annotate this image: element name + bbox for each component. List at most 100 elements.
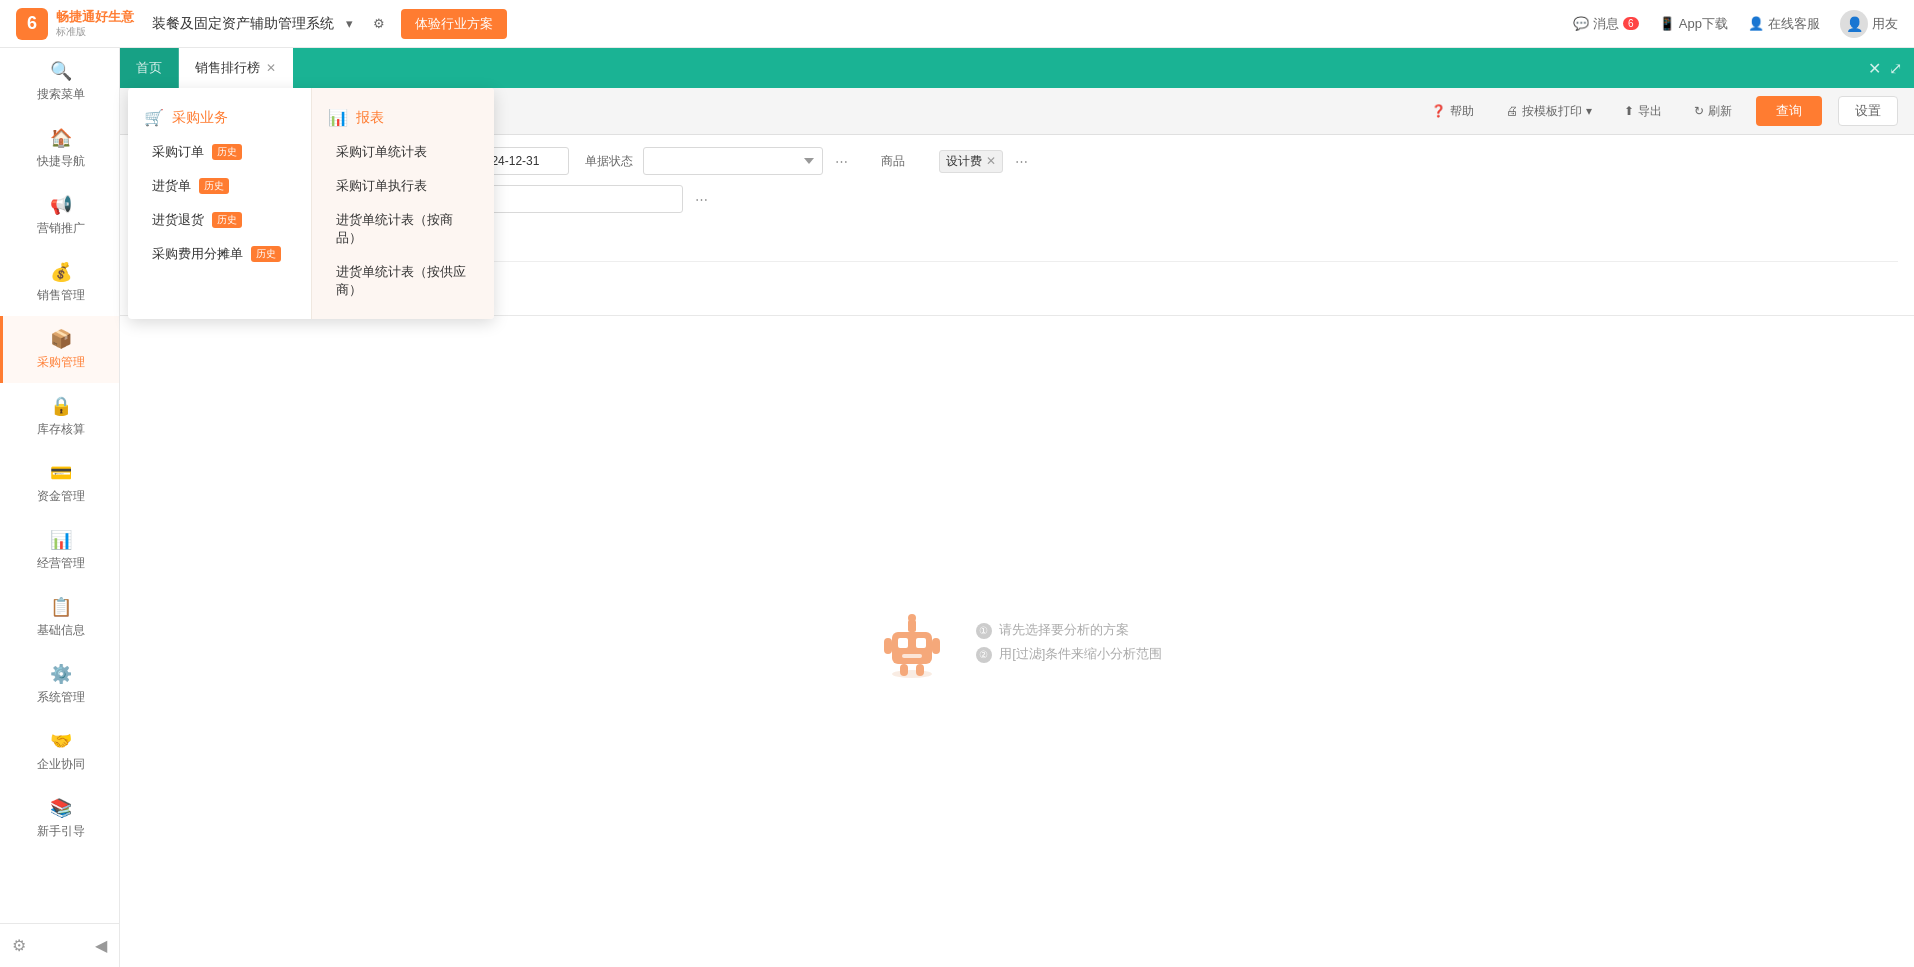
main-scroll: ① 请先选择要分析的方案 ② 用[过滤]条件来缩小分析范围: [120, 316, 1914, 967]
avatar: 👤: [1840, 10, 1868, 38]
header-right: 💬 消息 6 📱 App下载 👤 在线客服 👤 用友: [1573, 10, 1898, 38]
sidebar-item-cooperation[interactable]: 🤝 企业协同: [0, 718, 119, 785]
print-dropdown-icon: ▾: [1586, 104, 1592, 118]
svg-rect-2: [898, 638, 908, 648]
message-icon: 💬: [1573, 16, 1589, 31]
svg-point-6: [908, 614, 916, 622]
order-status-select[interactable]: [643, 147, 823, 175]
goods-label: 商品: [881, 153, 931, 170]
handshake-icon: 🤝: [50, 730, 72, 752]
sidebar-item-marketing[interactable]: 📢 营销推广: [0, 182, 119, 249]
tab-sales-rank[interactable]: 销售排行榜 ✕: [179, 48, 293, 88]
search-icon: 🔍: [50, 60, 72, 82]
sidebar-item-sales[interactable]: 💰 销售管理: [0, 249, 119, 316]
help-btn[interactable]: ❓ 帮助: [1423, 99, 1482, 124]
message-btn[interactable]: 💬 消息 6: [1573, 15, 1639, 33]
filter-goods: 商品 设计费 ✕ ⋯: [881, 150, 1161, 173]
print-template-btn[interactable]: 🖨 按模板打印 ▾: [1498, 99, 1600, 124]
tab-home[interactable]: 首页: [120, 48, 179, 88]
query-btn[interactable]: 查询: [1756, 96, 1822, 126]
sidebar-bottom: ⚙ ◀: [0, 923, 119, 967]
sidebar-item-inventory[interactable]: 🔒 库存核算: [0, 383, 119, 450]
system-title-dropdown[interactable]: ▾: [342, 12, 357, 35]
sidebar-item-basic[interactable]: 📋 基础信息: [0, 584, 119, 651]
order-status-dots[interactable]: ⋯: [831, 154, 852, 169]
refresh-btn[interactable]: ↻ 刷新: [1686, 99, 1740, 124]
empty-illustration: [872, 602, 952, 682]
svg-point-0: [892, 670, 932, 678]
menu-item-incoming-return[interactable]: 进货退货 历史: [128, 203, 311, 237]
svg-rect-4: [902, 654, 922, 658]
refresh-icon: ↻: [1694, 104, 1704, 118]
tab-expand-btn[interactable]: ⤢: [1889, 59, 1902, 78]
industry-btn[interactable]: 体验行业方案: [401, 9, 507, 39]
goods-dots[interactable]: ⋯: [1011, 154, 1032, 169]
salesperson-dots[interactable]: ⋯: [691, 192, 712, 207]
sidebar-item-search[interactable]: 🔍 搜索菜单: [0, 48, 119, 115]
help-icon: ❓: [1431, 104, 1446, 118]
book-icon: 📚: [50, 797, 72, 819]
sidebar-item-operation[interactable]: 📊 经营管理: [0, 517, 119, 584]
goods-tag-close[interactable]: ✕: [986, 154, 996, 168]
sidebar-item-guide[interactable]: 📚 新手引导: [0, 785, 119, 852]
clipboard-icon: 📋: [50, 596, 72, 618]
history-badge-0: 历史: [212, 144, 242, 160]
svg-rect-8: [932, 638, 940, 654]
salesperson-input[interactable]: [490, 185, 683, 213]
history-badge-1: 历史: [199, 178, 229, 194]
menu-item-incoming-stat-goods[interactable]: 进货单统计表（按商品）: [312, 203, 495, 255]
user-menu-btn[interactable]: 👤 用友: [1840, 10, 1898, 38]
sidebar-item-purchase[interactable]: 📦 采购管理: [0, 316, 119, 383]
report-section-icon: 📊: [328, 108, 348, 127]
menu-item-purchase-order[interactable]: 采购订单 历史: [128, 135, 311, 169]
empty-text: ① 请先选择要分析的方案 ② 用[过滤]条件来缩小分析范围: [976, 618, 1163, 665]
menu-item-incoming-stat-supplier[interactable]: 进货单统计表（按供应商）: [312, 255, 495, 307]
system-title: 装餐及固定资产辅助管理系统: [152, 15, 334, 33]
export-btn[interactable]: ⬆ 导出: [1616, 99, 1670, 124]
system-settings-btn[interactable]: ⚙: [365, 10, 393, 38]
purchase-section-header: 🛒 采购业务: [128, 100, 311, 135]
headset-icon: 👤: [1748, 16, 1764, 31]
history-badge-2: 历史: [212, 212, 242, 228]
menu-item-purchase-fee[interactable]: 采购费用分摊单 历史: [128, 237, 311, 271]
sidebar-collapse-btn[interactable]: ◀: [95, 936, 107, 955]
menu-item-incoming[interactable]: 进货单 历史: [128, 169, 311, 203]
filter-order-status: 单据状态 ⋯: [585, 147, 865, 175]
logo-area: 6 畅捷通好生意 标准版: [16, 8, 136, 40]
dropdown-menu: 🛒 采购业务 采购订单 历史 进货单 历史 进货退货 历史 采购费用分摊单 历史…: [128, 88, 494, 319]
phone-icon: 📱: [1659, 16, 1675, 31]
card-icon: 💳: [50, 462, 72, 484]
sidebar-item-system[interactable]: ⚙️ 系统管理: [0, 651, 119, 718]
tab-close-all-btn[interactable]: ✕: [1868, 59, 1881, 78]
lock-icon: 🔒: [50, 395, 72, 417]
tab-bar: 首页 销售排行榜 ✕ ✕ ⤢: [120, 48, 1914, 88]
svg-rect-9: [900, 664, 908, 676]
purchase-col: 🛒 采购业务 采购订单 历史 进货单 历史 进货退货 历史 采购费用分摊单 历史: [128, 88, 311, 319]
money-icon: 💰: [50, 261, 72, 283]
app-download-btn[interactable]: 📱 App下载: [1659, 15, 1728, 33]
settings-btn[interactable]: 设置: [1838, 96, 1898, 126]
report-section-header: 📊 报表: [312, 100, 495, 135]
logo-text: 畅捷通好生意 标准版: [56, 9, 134, 39]
message-badge: 6: [1623, 17, 1639, 30]
sidebar-item-finance[interactable]: 💳 资金管理: [0, 450, 119, 517]
print-icon: 🖨: [1506, 104, 1518, 118]
order-status-label: 单据状态: [585, 153, 635, 170]
report-col: 📊 报表 采购订单统计表 采购订单执行表 进货单统计表（按商品） 进货单统计表（…: [311, 88, 495, 319]
tab-controls: ✕ ⤢: [1856, 59, 1914, 78]
menu-item-purchase-order-stat[interactable]: 采购订单统计表: [312, 135, 495, 169]
box-icon: 📦: [50, 328, 72, 350]
sidebar-settings-btn[interactable]: ⚙: [12, 936, 26, 955]
tab-close-icon[interactable]: ✕: [266, 61, 276, 75]
top-header: 6 畅捷通好生意 标准版 装餐及固定资产辅助管理系统 ▾ ⚙ 体验行业方案 💬 …: [0, 0, 1914, 48]
sidebar-item-quick-nav[interactable]: 🏠 快捷导航: [0, 115, 119, 182]
header-middle: 装餐及固定资产辅助管理系统 ▾ ⚙ 体验行业方案: [136, 9, 1573, 39]
empty-state: ① 请先选择要分析的方案 ② 用[过滤]条件来缩小分析范围: [120, 316, 1914, 967]
logo-icon: 6: [16, 8, 48, 40]
svg-rect-10: [916, 664, 924, 676]
online-service-btn[interactable]: 👤 在线客服: [1748, 15, 1820, 33]
menu-item-purchase-order-exec[interactable]: 采购订单执行表: [312, 169, 495, 203]
history-badge-3: 历史: [251, 246, 281, 262]
sidebar: 🔍 搜索菜单 🏠 快捷导航 📢 营销推广 💰 销售管理 📦 采购管理 🔒 库存核…: [0, 48, 120, 967]
gear-icon: ⚙️: [50, 663, 72, 685]
